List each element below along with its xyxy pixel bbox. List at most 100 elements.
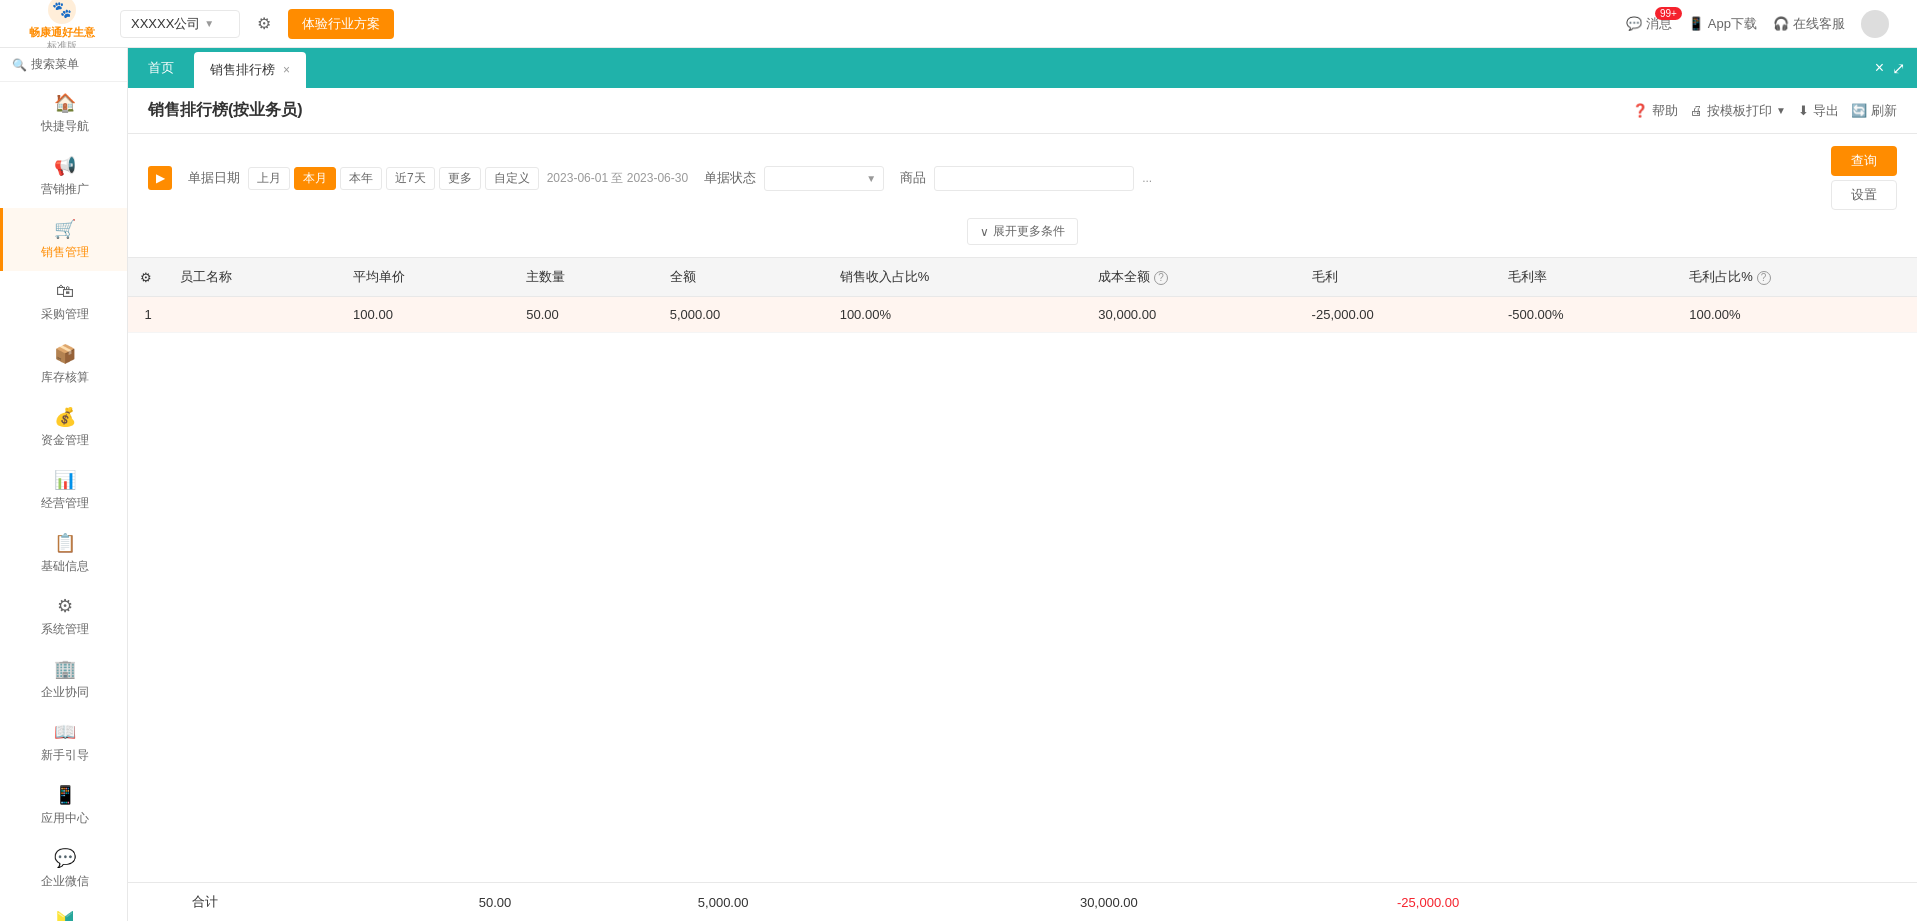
sales-icon: 🛒 [54,218,76,240]
cell-gross-pct: 100.00% [1677,297,1917,333]
user-avatar[interactable] [1861,10,1889,38]
help-icon: ❓ [1632,103,1648,118]
main-area: 🔍 搜索菜单 🏠 快捷导航 📢 营销推广 🛒 销售管理 🛍 采购管理 📦 [0,48,1917,921]
filter-row-1: ▶ 单据日期 上月 本月 本年 近7天 更多 自定义 2023-06-01 至 … [148,146,1897,210]
th-sales-pct: 销售收入占比% [828,258,1087,297]
online-service-button[interactable]: 🎧 在线客服 [1773,15,1845,33]
sidebar-item-marketing[interactable]: 📢 营销推广 [0,145,127,208]
th-avg-price-label: 平均单价 [353,269,405,284]
print-button[interactable]: 🖨 按模板打印 ▼ [1690,102,1786,120]
sidebar: 🔍 搜索菜单 🏠 快捷导航 📢 营销推广 🛒 销售管理 🛍 采购管理 📦 [0,48,128,921]
th-gross: 毛利 [1300,258,1496,297]
filter-expand-row: ∨ 展开更多条件 [148,218,1897,245]
tab-maximize-icon[interactable]: ⤢ [1892,59,1905,78]
export-icon: ⬇ [1798,103,1809,118]
app-download-button[interactable]: 📱 App下载 [1688,15,1757,33]
th-gross-rate-label: 毛利率 [1508,269,1547,284]
message-icon: 💬 [1626,16,1642,31]
app-download-label: App下载 [1708,15,1757,33]
sidebar-item-sales[interactable]: 🛒 销售管理 [0,208,127,271]
date-btn-year[interactable]: 本年 [340,167,382,190]
query-button[interactable]: 查询 [1831,146,1897,176]
search-icon: 🔍 [12,58,27,72]
page-title: 销售排行榜(按业务员) [148,100,303,121]
date-btn-7days[interactable]: 近7天 [386,167,435,190]
company-selector[interactable]: XXXXX公司 ▼ [120,10,240,38]
th-sales-pct-label: 销售收入占比% [840,269,930,284]
date-btn-custom[interactable]: 自定义 [485,167,539,190]
purchase-icon: 🛍 [56,281,74,302]
wechat-icon: 💬 [54,847,76,869]
tab-label-sales-ranking: 销售排行榜 [210,61,275,79]
date-btn-prev[interactable]: 上月 [248,167,290,190]
th-employee-label: 员工名称 [180,269,232,284]
message-button[interactable]: 💬 消息 99+ [1626,15,1672,33]
logo-icon: 🐾 [46,0,78,26]
refresh-button[interactable]: 🔄 刷新 [1851,102,1897,120]
sidebar-item-enterprise[interactable]: 🏢 企业协同 [0,648,127,711]
sidebar-label-wechat: 企业微信 [41,873,89,890]
help-label: 帮助 [1652,102,1678,120]
sidebar-item-quick-nav[interactable]: 🏠 快捷导航 [0,82,127,145]
sidebar-item-system[interactable]: ⚙ 系统管理 [0,585,127,648]
help-button[interactable]: ❓ 帮助 [1632,102,1678,120]
sidebar-item-guide[interactable]: 📖 新手引导 [0,711,127,774]
th-gross-pct: 毛利占比% ? [1677,258,1917,297]
settings-button-2[interactable]: 设置 [1831,180,1897,210]
page-actions: ❓ 帮助 🖨 按模板打印 ▼ ⬇ 导出 🔄 刷新 [1632,102,1897,120]
th-cost: 成本全额 ? [1086,258,1299,297]
data-table: ⚙ 员工名称 平均单价 主数量 [128,258,1917,333]
filter-goods: 商品 ... [900,166,1152,191]
sidebar-item-inventory[interactable]: 📦 库存核算 [0,333,127,396]
goods-input[interactable] [934,166,1134,191]
footer-amount: 5,000.00 [686,893,975,911]
sidebar-item-finance[interactable]: 💰 资金管理 [0,396,127,459]
gross-pct-info-icon[interactable]: ? [1757,271,1771,285]
status-select-wrapper [764,166,884,191]
sidebar-item-basic-info[interactable]: 📋 基础信息 [0,522,127,585]
chevron-down-icon: ▼ [204,18,214,29]
refresh-icon: 🔄 [1851,103,1867,118]
date-range-display: 2023-06-01 至 2023-06-30 [547,170,688,187]
date-btn-more[interactable]: 更多 [439,167,481,190]
sidebar-item-purchase[interactable]: 🛍 采购管理 [0,271,127,333]
cell-sales-pct: 100.00% [828,297,1087,333]
date-btn-this[interactable]: 本月 [294,167,336,190]
headset-icon: 🎧 [1773,16,1789,31]
table-settings-icon[interactable]: ⚙ [140,270,152,285]
sidebar-label-purchase: 采购管理 [41,306,89,323]
sidebar-item-search-menu[interactable]: 🔍 搜索菜单 [0,48,127,82]
svg-text:🐾: 🐾 [52,0,72,19]
expand-more-btn[interactable]: ∨ 展开更多条件 [967,218,1078,245]
sidebar-item-app-center[interactable]: 📱 应用中心 [0,774,127,837]
print-chevron-icon: ▼ [1776,105,1786,116]
sidebar-label-finance: 资金管理 [41,432,89,449]
sidebar-item-operations[interactable]: 📊 经营管理 [0,459,127,522]
sidebar-item-wechat[interactable]: 💬 企业微信 [0,837,127,900]
query-action-area: 查询 设置 [1831,146,1897,210]
footer-empty-avg [374,893,467,911]
cell-gross: -25,000.00 [1300,297,1496,333]
sidebar-item-membership[interactable]: 🔰 畅会员 [0,900,127,921]
tab-sales-ranking[interactable]: 销售排行榜 × [194,52,306,88]
export-label: 导出 [1813,102,1839,120]
footer-label: 合计 [180,893,374,911]
status-select[interactable] [764,166,884,191]
filter-toggle-btn[interactable]: ▶ [148,166,172,190]
table-area: ⚙ 员工名称 平均单价 主数量 [128,258,1917,882]
sidebar-label-guide: 新手引导 [41,747,89,764]
tab-close-icon[interactable]: × [283,63,290,77]
sidebar-label-quick-nav: 快捷导航 [41,118,89,135]
export-button[interactable]: ⬇ 导出 [1798,102,1839,120]
cost-info-icon[interactable]: ? [1154,271,1168,285]
trial-button[interactable]: 体验行业方案 [288,9,394,39]
top-right: 💬 消息 99+ 📱 App下载 🎧 在线客服 [1626,10,1905,38]
more-icon: ... [1142,171,1152,185]
date-buttons: 上月 本月 本年 近7天 更多 自定义 [248,167,539,190]
tab-home[interactable]: 首页 [128,48,194,88]
sidebar-label-inventory: 库存核算 [41,369,89,386]
settings-button[interactable]: ⚙ [248,8,280,40]
page-header: 销售排行榜(按业务员) ❓ 帮助 🖨 按模板打印 ▼ ⬇ 导出 [128,88,1917,134]
tab-close-window-icon[interactable]: × [1875,59,1884,77]
refresh-label: 刷新 [1871,102,1897,120]
